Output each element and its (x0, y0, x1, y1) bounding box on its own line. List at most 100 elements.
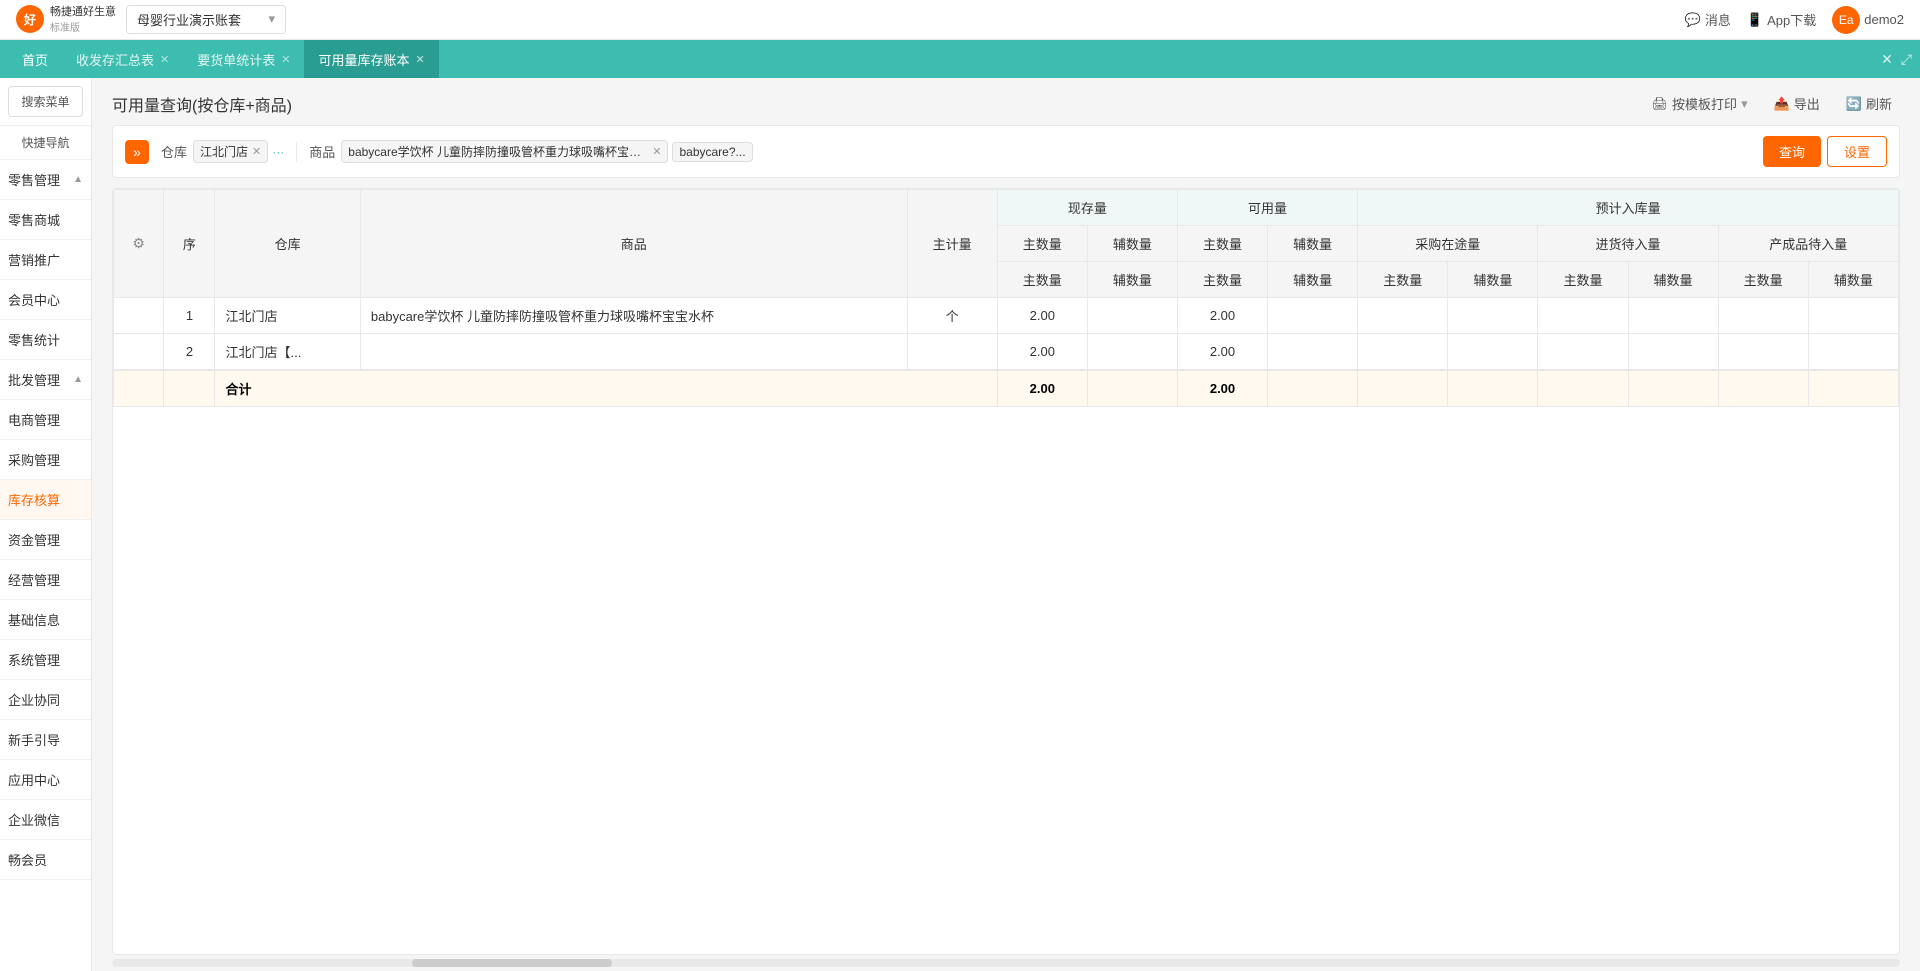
sidebar-item-inventory[interactable]: 库存核算 (0, 480, 91, 519)
row-settings-cell (114, 334, 164, 371)
sidebar-group-appstore: 应用中心 (0, 760, 91, 800)
account-selector[interactable]: 母婴行业演示账套 ▾ (126, 5, 286, 34)
print-template-button[interactable]: 🖨 按模板打印 ▾ (1644, 90, 1756, 117)
sidebar-item-vip[interactable]: 畅会员 (0, 840, 91, 879)
tab-available-inventory[interactable]: 可用量库存账本 ✕ (304, 40, 438, 78)
scrollbar-thumb[interactable] (412, 959, 612, 967)
sidebar-quick-nav[interactable]: 快捷导航 (0, 126, 91, 160)
th-settings[interactable]: ⚙ (114, 190, 164, 298)
product-tag-2[interactable]: babycare?... (672, 142, 752, 162)
footer-avail-main: 2.00 (1177, 370, 1267, 407)
sidebar-group-enterprise: 企业协同 (0, 680, 91, 720)
warehouse-tag[interactable]: 江北门店 ✕ (193, 140, 268, 163)
sidebar-item-finance[interactable]: 资金管理 (0, 520, 91, 559)
export-label: 导出 (1794, 94, 1820, 113)
sidebar-label-inventory: 库存核算 (8, 490, 60, 509)
sidebar-item-retail-mall[interactable]: 零售商城 (0, 200, 91, 239)
nav-tabs-bar: 首页 收发存汇总表 ✕ 要货单统计表 ✕ 可用量库存账本 ✕ ✕ ⤢ (0, 40, 1920, 78)
sidebar-item-basic[interactable]: 基础信息 (0, 600, 91, 639)
sidebar-group-mall: 零售商城 (0, 200, 91, 240)
arrow-icon-wholesale: ▲ (73, 374, 83, 385)
sidebar-item-wxwork[interactable]: 企业微信 (0, 800, 91, 839)
product-tag-1-label: babycare学饮杯 儿童防摔防撞吸管杯重力球吸嘴杯宝宝水杯 (348, 143, 648, 160)
th-stock-main-q: 主数量 (997, 262, 1087, 298)
tab-yao-huo-dan[interactable]: 要货单统计表 ✕ (183, 40, 304, 78)
sidebar-label-marketing: 营销推广 (8, 250, 60, 269)
app-download-action[interactable]: 📱 App下载 (1747, 10, 1816, 29)
more-warehouse-icon[interactable]: ··· (272, 145, 284, 159)
th-product-pending: 产成品待入量 (1718, 226, 1898, 262)
sidebar-item-member[interactable]: 会员中心 (0, 280, 91, 319)
tab-home[interactable]: 首页 (8, 40, 62, 78)
th-prod-main: 主数量 (1718, 262, 1808, 298)
th-incoming-pending: 进货待入量 (1538, 226, 1718, 262)
row-stock-main: 2.00 (997, 298, 1087, 334)
row-avail-main: 2.00 (1177, 298, 1267, 334)
page-header: 可用量查询(按仓库+商品) 🖨 按模板打印 ▾ 📤 导出 🔄 刷新 (92, 78, 1920, 125)
sidebar-item-newbie[interactable]: 新手引导 (0, 720, 91, 759)
sidebar-item-enterprise[interactable]: 企业协同 (0, 680, 91, 719)
sidebar-item-wholesale[interactable]: 批发管理 ▲ (0, 360, 91, 399)
message-action[interactable]: 💬 消息 (1685, 10, 1731, 29)
filter-divider (296, 142, 297, 162)
sidebar-label-purchase: 采购管理 (8, 450, 60, 469)
sidebar-item-marketing[interactable]: 营销推广 (0, 240, 91, 279)
inventory-table: ⚙ 序 仓库 商品 主计量 现存量 可用量 预计入库量 主数量 辅数量 主数量 (113, 189, 1899, 407)
column-settings-icon[interactable]: ⚙ (132, 235, 145, 251)
sidebar-item-retail-stat[interactable]: 零售统计 (0, 320, 91, 359)
search-menu-button[interactable]: 搜索菜单 (8, 86, 83, 117)
remove-product-tag-1-icon[interactable]: ✕ (652, 145, 661, 158)
row-product (360, 334, 907, 371)
query-button[interactable]: 查询 (1763, 136, 1821, 167)
home-label: 首页 (22, 50, 48, 69)
row-prod-aux (1808, 334, 1898, 371)
table-footer-row: 合计 2.00 2.00 (114, 370, 1899, 407)
table-container: ⚙ 序 仓库 商品 主计量 现存量 可用量 预计入库量 主数量 辅数量 主数量 (112, 188, 1900, 955)
sidebar-label-wholesale: 批发管理 (8, 370, 60, 389)
setting-button[interactable]: 设置 (1827, 136, 1887, 167)
tab-shou-fa-cun[interactable]: 收发存汇总表 ✕ (62, 40, 183, 78)
close-tab-3-icon[interactable]: ✕ (416, 53, 425, 66)
remove-warehouse-tag-icon[interactable]: ✕ (252, 145, 261, 158)
page-title: 可用量查询(按仓库+商品) (112, 92, 292, 116)
refresh-button[interactable]: 🔄 刷新 (1838, 90, 1900, 117)
th-purch-main: 主数量 (1358, 262, 1448, 298)
sidebar-item-system[interactable]: 系统管理 (0, 640, 91, 679)
export-button[interactable]: 📤 导出 (1766, 90, 1828, 117)
footer-prod-aux (1808, 370, 1898, 407)
export-icon: 📤 (1774, 96, 1790, 112)
sidebar-label-wxwork: 企业微信 (8, 810, 60, 829)
sidebar-item-ecommerce[interactable]: 电商管理 (0, 400, 91, 439)
row-warehouse: 江北门店【... (215, 334, 360, 371)
table-row: 2 江北门店【... 2.00 2.00 (114, 334, 1899, 371)
sidebar-item-purchase[interactable]: 采购管理 (0, 440, 91, 479)
close-window-icon[interactable]: ✕ (1881, 51, 1893, 68)
user-action[interactable]: Ea demo2 (1832, 6, 1904, 34)
maximize-icon[interactable]: ⤢ (1901, 51, 1912, 68)
sidebar-item-appstore[interactable]: 应用中心 (0, 760, 91, 799)
product-filter-label: 商品 (309, 142, 335, 161)
tab-label-2: 要货单统计表 (197, 50, 275, 69)
message-icon: 💬 (1685, 12, 1701, 28)
row-product: babycare学饮杯 儿童防摔防撞吸管杯重力球吸嘴杯宝宝水杯 (360, 298, 907, 334)
warehouse-tag-container: 江北门店 ✕ ··· (193, 140, 284, 163)
th-purchase-transit: 采购在途量 (1358, 226, 1538, 262)
product-tag-2-label: babycare?... (679, 145, 745, 159)
close-tab-2-icon[interactable]: ✕ (281, 53, 290, 66)
footer-in-aux (1628, 370, 1718, 407)
filter-actions: 查询 设置 (1763, 136, 1887, 167)
th-product: 商品 (360, 190, 907, 298)
expand-filter-button[interactable]: » (125, 140, 149, 164)
logo-text-block: 畅捷通好生意 标准版 (50, 5, 116, 34)
footer-avail-aux (1268, 370, 1358, 407)
th-stock-aux-q: 辅数量 (1087, 262, 1177, 298)
footer-settings-cell (114, 370, 164, 407)
sidebar-group-system: 系统管理 (0, 640, 91, 680)
footer-stock-main: 2.00 (997, 370, 1087, 407)
sidebar-item-retail-mgmt[interactable]: 零售管理 ▲ (0, 160, 91, 199)
product-tag-1[interactable]: babycare学饮杯 儿童防摔防撞吸管杯重力球吸嘴杯宝宝水杯 ✕ (341, 140, 668, 163)
horizontal-scrollbar[interactable] (112, 955, 1900, 971)
top-bar-right: 💬 消息 📱 App下载 Ea demo2 (1685, 6, 1904, 34)
sidebar-item-operation[interactable]: 经营管理 (0, 560, 91, 599)
close-tab-1-icon[interactable]: ✕ (160, 53, 169, 66)
